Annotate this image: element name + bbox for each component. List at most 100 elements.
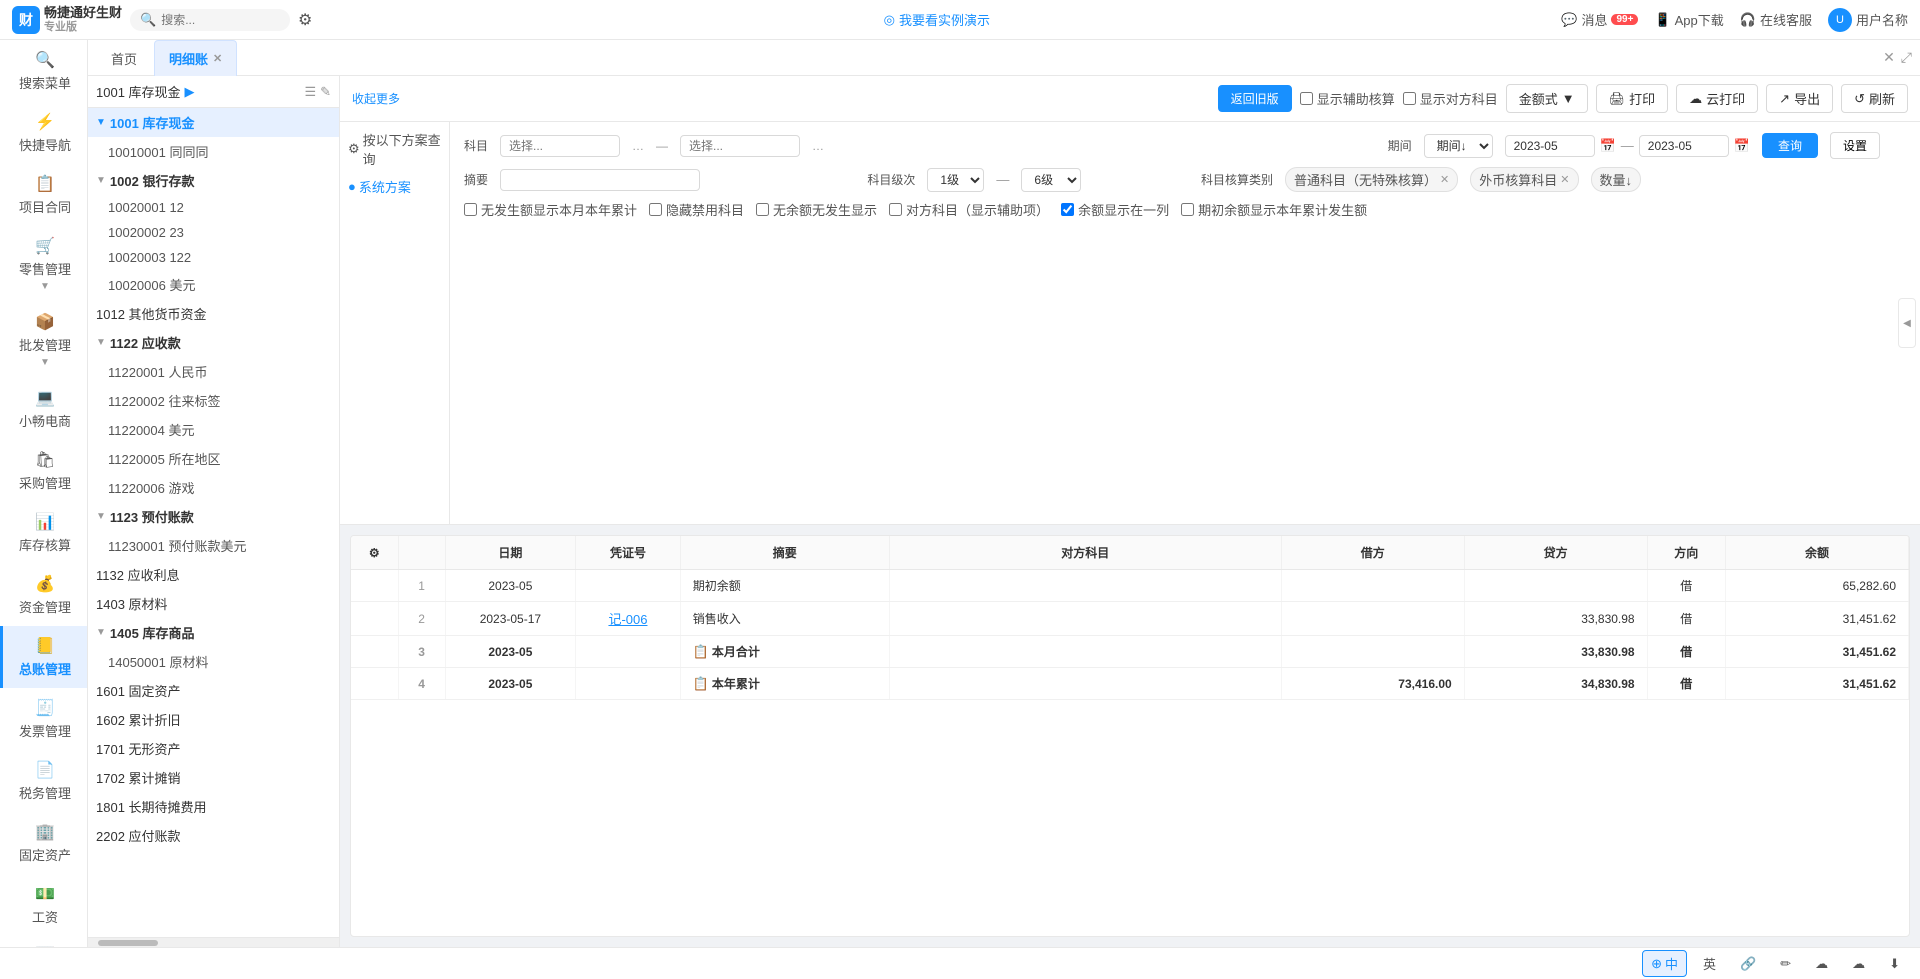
cloud-print-button[interactable]: ☁ 云打印: [1676, 84, 1758, 113]
tree-item-11220006[interactable]: 11220006 游戏: [88, 473, 339, 502]
demo-link[interactable]: ◎ 我要看实例演示: [884, 10, 990, 29]
tag-quantity[interactable]: 数量↓: [1591, 167, 1642, 192]
search-input[interactable]: [161, 13, 261, 27]
tree-item-14050001[interactable]: 14050001 原材料: [88, 647, 339, 676]
tree-item-1801[interactable]: 1801 长期待摊费用: [88, 792, 339, 821]
subject-input[interactable]: [500, 135, 620, 157]
tree-item-1403[interactable]: 1403 原材料: [88, 589, 339, 618]
checkbox-balance-col-input[interactable]: [1061, 203, 1074, 216]
sidebar-item-purchase[interactable]: 🛍 采购管理: [0, 440, 87, 502]
calendar-icon[interactable]: 📅: [1600, 138, 1616, 154]
checkbox-no-balance2[interactable]: 无余额无发生显示: [756, 200, 877, 219]
tree-item-1132[interactable]: 1132 应收利息: [88, 560, 339, 589]
tree-item-1123[interactable]: ▼ 1123 预付账款: [88, 502, 339, 531]
sidebar-item-ledger[interactable]: 📒 总账管理: [0, 626, 87, 688]
tree-item-11230001[interactable]: 11230001 预付账款美元: [88, 531, 339, 560]
tree-item-10020001[interactable]: 10020001 12: [88, 195, 339, 220]
checkbox-hide-disabled-input[interactable]: [649, 203, 662, 216]
tag-remove-normal[interactable]: ✕: [1440, 173, 1449, 186]
setting-button[interactable]: 设置: [1830, 132, 1880, 159]
tree-item-11220002[interactable]: 11220002 往来标签: [88, 386, 339, 415]
checkbox-no-balance2-input[interactable]: [756, 203, 769, 216]
tree-item-1602[interactable]: 1602 累计折旧: [88, 705, 339, 734]
system-scheme-item[interactable]: ● 系统方案: [348, 174, 441, 199]
tree-item-1122[interactable]: ▼ 1122 应收款: [88, 328, 339, 357]
print-button[interactable]: 🖨 打印: [1596, 84, 1669, 113]
checkbox-initial[interactable]: 期初余额显示本年累计发生额: [1181, 200, 1367, 219]
tree-item-1001[interactable]: ▼ 1001 库存现金: [88, 108, 339, 137]
close-window-button[interactable]: ✕: [1883, 49, 1895, 66]
account-selector[interactable]: 1001 库存现金 ▶: [96, 82, 195, 101]
sidebar-item-tax[interactable]: 📄 税务管理: [0, 750, 87, 812]
online-service-button[interactable]: 🎧 在线客服: [1740, 10, 1812, 29]
bottom-edit-button[interactable]: ✏: [1772, 953, 1799, 975]
level-to-select[interactable]: 6级: [1021, 168, 1081, 192]
tree-item-1002[interactable]: ▼ 1002 银行存款: [88, 166, 339, 195]
show-auxiliary-checkbox[interactable]: 显示辅助核算: [1300, 89, 1395, 108]
sidebar-item-assets[interactable]: 🏢 固定资产: [0, 812, 87, 874]
tree-item-11220004[interactable]: 11220004 美元: [88, 415, 339, 444]
maximize-button[interactable]: ⤢: [1901, 49, 1912, 66]
summary-input[interactable]: [500, 169, 700, 191]
period-end-input[interactable]: [1639, 135, 1729, 157]
checkbox-initial-input[interactable]: [1181, 203, 1194, 216]
tree-scrollbar[interactable]: [88, 937, 339, 947]
filter-collapse[interactable]: ◀: [1894, 122, 1920, 524]
sidebar-item-project[interactable]: 📋 项目合同: [0, 164, 87, 226]
sidebar-item-inventory[interactable]: 📊 库存核算: [0, 502, 87, 564]
sidebar-item-operations[interactable]: 📈 经营管理: [0, 936, 87, 947]
tree-item-1601[interactable]: 1601 固定资产: [88, 676, 339, 705]
tree-item-10010001[interactable]: 10010001 同同同: [88, 137, 339, 166]
voucher-link[interactable]: 记-006: [608, 612, 647, 627]
sidebar-item-shortcut[interactable]: ⚡ 快捷导航: [0, 102, 87, 164]
query-button[interactable]: 查询: [1762, 133, 1818, 158]
bottom-link-button[interactable]: 🔗: [1732, 953, 1764, 975]
checkbox-opposite-input[interactable]: [889, 203, 902, 216]
sidebar-item-capital[interactable]: 💰 资金管理: [0, 564, 87, 626]
tree-item-11220005[interactable]: 11220005 所在地区: [88, 444, 339, 473]
tree-item-2202[interactable]: 2202 应付账款: [88, 821, 339, 850]
tree-item-1012[interactable]: 1012 其他货币资金: [88, 299, 339, 328]
tab-close-button[interactable]: ✕: [213, 52, 222, 65]
amount-style-button[interactable]: 金额式 ▼: [1506, 84, 1588, 113]
tree-item-1701[interactable]: 1701 无形资产: [88, 734, 339, 763]
edit-icon[interactable]: ✎: [320, 84, 331, 100]
show-auxiliary-input[interactable]: [1300, 92, 1313, 105]
tree-item-11220001[interactable]: 11220001 人民币: [88, 357, 339, 386]
subject-input2[interactable]: [680, 135, 800, 157]
sidebar-item-ecommerce[interactable]: 💻 小畅电商: [0, 378, 87, 440]
tree-item-10020003[interactable]: 10020003 122: [88, 245, 339, 270]
checkbox-no-balance-input[interactable]: [464, 203, 477, 216]
bottom-cloud-button[interactable]: ☁: [1807, 953, 1836, 975]
refresh-button[interactable]: ↺ 刷新: [1841, 84, 1908, 113]
tree-item-1702[interactable]: 1702 累计摊销: [88, 763, 339, 792]
level-from-select[interactable]: 1级: [927, 168, 984, 192]
app-download-button[interactable]: 📱 App下载: [1654, 10, 1723, 29]
show-opposite-checkbox[interactable]: 显示对方科目: [1403, 89, 1498, 108]
bottom-download-button[interactable]: ⬇: [1881, 953, 1908, 975]
lang-en-button[interactable]: 英: [1695, 951, 1724, 976]
tree-item-10020006[interactable]: 10020006 美元: [88, 270, 339, 299]
tree-item-10020002[interactable]: 10020002 23: [88, 220, 339, 245]
user-area[interactable]: U 用户名称: [1828, 8, 1908, 32]
list-icon[interactable]: ☰: [304, 84, 316, 100]
collapse-icon[interactable]: ◀: [1898, 298, 1916, 348]
tab-detail[interactable]: 明细账 ✕: [154, 40, 237, 76]
sidebar-item-invoice[interactable]: 🧾 发票管理: [0, 688, 87, 750]
message-button[interactable]: 💬 消息 99+: [1561, 10, 1638, 29]
settings-icon[interactable]: ⚙: [298, 10, 312, 30]
checkbox-balance-col[interactable]: 余额显示在一列: [1061, 200, 1169, 219]
period-start-input[interactable]: [1505, 135, 1595, 157]
sidebar-item-retail[interactable]: 🛒 零售管理 ▼: [0, 226, 87, 302]
checkbox-opposite[interactable]: 对方科目（显示辅助项）: [889, 200, 1049, 219]
sidebar-item-salary[interactable]: 💵 工资: [0, 874, 87, 936]
sidebar-item-wholesale[interactable]: 📦 批发管理 ▼: [0, 302, 87, 378]
checkbox-no-balance[interactable]: 无发生额显示本月本年累计: [464, 200, 637, 219]
export-button[interactable]: ↗ 导出: [1766, 84, 1833, 113]
calendar-icon2[interactable]: 📅: [1734, 138, 1750, 154]
tree-item-1405[interactable]: ▼ 1405 库存商品: [88, 618, 339, 647]
lang-zh-button[interactable]: ⊕ 中: [1642, 950, 1687, 977]
period-type-select[interactable]: 期间↓: [1424, 134, 1493, 158]
global-search[interactable]: 🔍: [130, 9, 290, 31]
checkbox-hide-disabled[interactable]: 隐藏禁用科目: [649, 200, 744, 219]
